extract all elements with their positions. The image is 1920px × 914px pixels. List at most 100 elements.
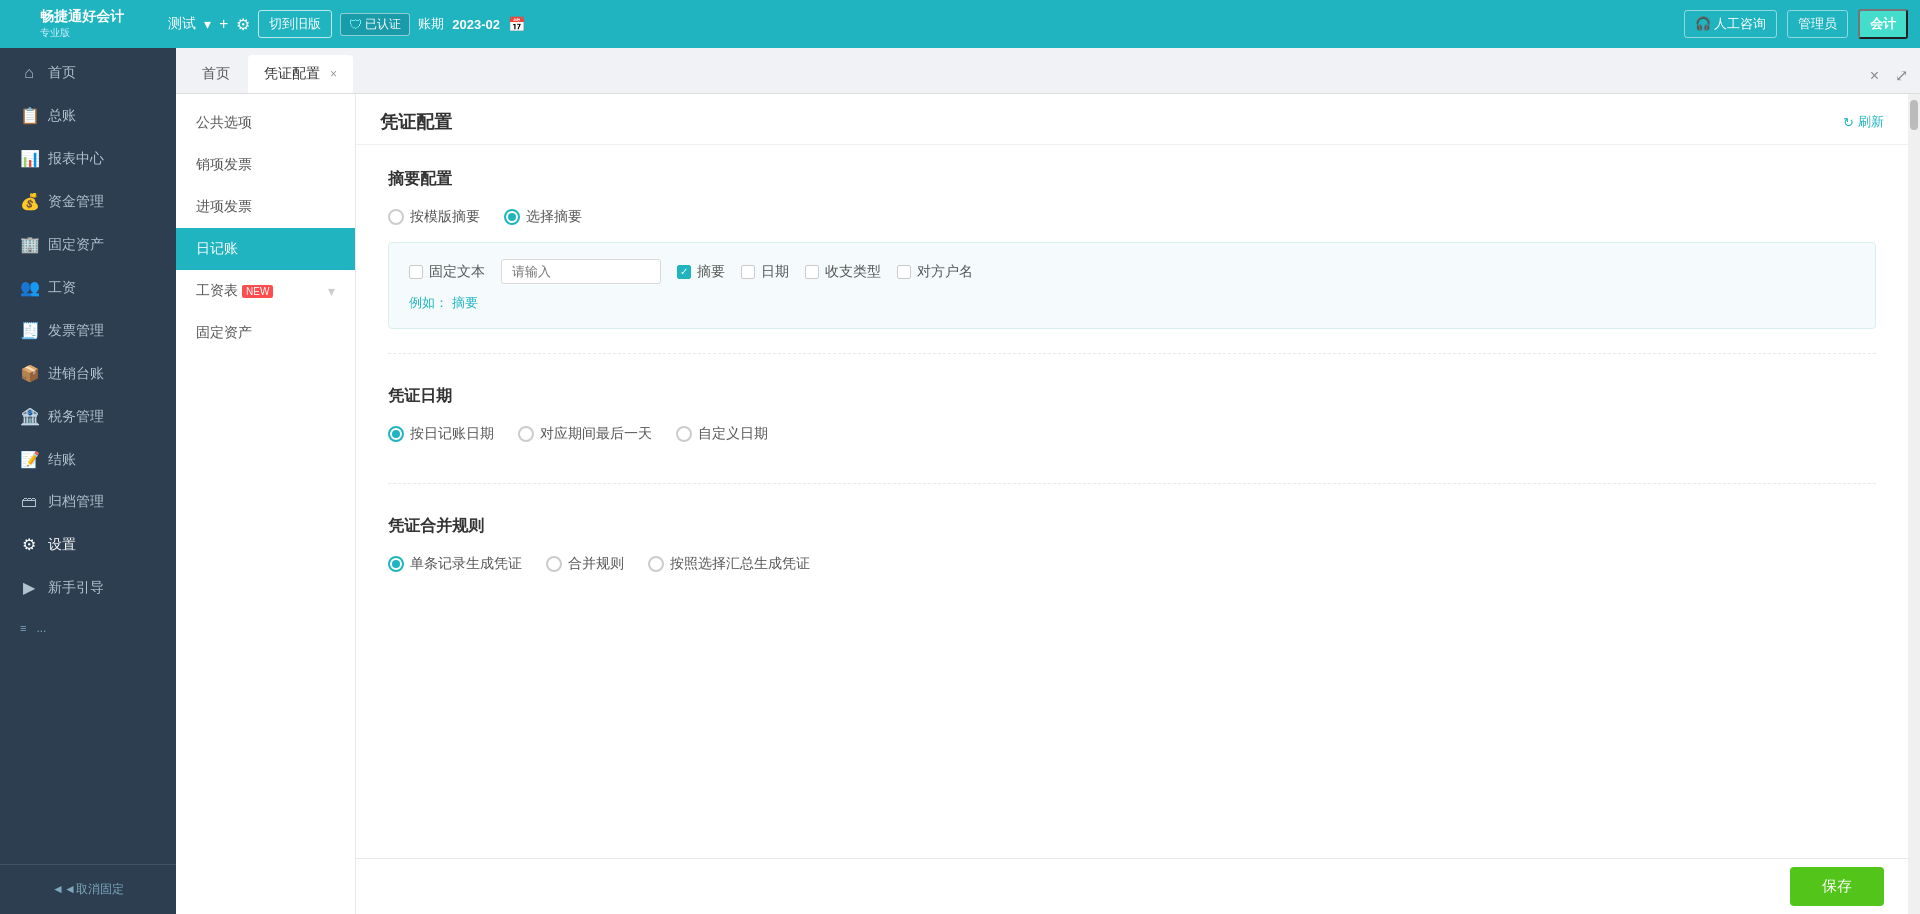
tab-close-btn[interactable]: ×	[330, 67, 337, 81]
certified-badge: 🛡 已认证	[340, 13, 410, 36]
footer: 保存	[356, 858, 1908, 914]
sidebar-item-capital[interactable]: 💰 资金管理	[0, 180, 176, 223]
checkbox-fixed-text[interactable]: 固定文本	[409, 263, 485, 281]
cancel-fixed-btn[interactable]: ◄◄取消固定	[10, 875, 166, 904]
radio-period-last-circle	[518, 426, 534, 442]
sidebar-item-checkout[interactable]: 📝 结账	[0, 438, 176, 481]
radio-period-last[interactable]: 对应期间最后一天	[518, 425, 652, 443]
period-value: 2023-02	[452, 17, 500, 32]
sidebar-item-label: 发票管理	[48, 322, 104, 340]
merge-radio-group: 单条记录生成凭证 合并规则 按照选择汇总生成凭证	[388, 555, 1876, 573]
dropdown-btn[interactable]: ▾	[204, 16, 211, 32]
radio-select-label: 选择摘要	[526, 208, 582, 226]
radio-single-label: 单条记录生成凭证	[410, 555, 522, 573]
settings-icon: ⚙	[20, 535, 38, 554]
menu-item-label: 进项发票	[196, 198, 252, 216]
radio-select[interactable]: 选择摘要	[504, 208, 582, 226]
add-btn[interactable]: +	[219, 15, 228, 33]
checkout-icon: 📝	[20, 450, 38, 469]
summary-checkbox-label: 摘要	[697, 263, 725, 281]
radio-custom-date[interactable]: 自定义日期	[676, 425, 768, 443]
tab-config[interactable]: 凭证配置 ×	[248, 55, 353, 93]
radio-select-circle	[504, 209, 520, 225]
checkbox-summary[interactable]: 摘要	[677, 263, 725, 281]
checkbox-income-type[interactable]: 收支类型	[805, 263, 881, 281]
sidebar-item-newbie[interactable]: ▶ 新手引导	[0, 566, 176, 609]
sidebar-item-payroll[interactable]: 👥 工资	[0, 266, 176, 309]
sidebar-item-label: 总账	[48, 107, 76, 125]
checkbox-income-type-box	[805, 265, 819, 279]
summary-section: 摘要配置 按模版摘要 选择摘要	[388, 169, 1876, 354]
assets-icon: 🏢	[20, 235, 38, 254]
sidebar-item-ledger[interactable]: 📋 总账	[0, 94, 176, 137]
sidebar-item-extra[interactable]: ≡ ...	[0, 609, 176, 647]
menu-item-sales-invoice[interactable]: 销项发票	[176, 144, 355, 186]
menu-item-public[interactable]: 公共选项	[176, 102, 355, 144]
report-icon: 📊	[20, 149, 38, 168]
radio-single[interactable]: 单条记录生成凭证	[388, 555, 522, 573]
radio-journal-date-label: 按日记账日期	[410, 425, 494, 443]
tab-close-btn-right[interactable]: ×	[1866, 63, 1883, 89]
radio-template[interactable]: 按模版摘要	[388, 208, 480, 226]
sidebar-item-label: 首页	[48, 64, 76, 82]
sidebar-item-label: 税务管理	[48, 408, 104, 426]
menu-item-fixed-assets[interactable]: 固定资产	[176, 312, 355, 354]
manager-btn[interactable]: 管理员	[1787, 10, 1848, 38]
calendar-icon[interactable]: 📅	[508, 16, 525, 32]
sidebar-item-assets[interactable]: 🏢 固定资产	[0, 223, 176, 266]
checkbox-date[interactable]: 日期	[741, 263, 789, 281]
refresh-btn[interactable]: ↻ 刷新	[1843, 113, 1884, 131]
sidebar-item-settings[interactable]: ⚙ 设置	[0, 523, 176, 566]
sidebar-item-report[interactable]: 📊 报表中心	[0, 137, 176, 180]
menu-item-purchase-invoice[interactable]: 进项发票	[176, 186, 355, 228]
tab-expand-btn[interactable]: ⤢	[1891, 62, 1912, 89]
archive-icon: 🗃	[20, 493, 38, 511]
sidebar-item-tax[interactable]: 🏦 税务管理	[0, 395, 176, 438]
radio-single-circle	[388, 556, 404, 572]
income-type-checkbox-label: 收支类型	[825, 263, 881, 281]
radio-select-merge[interactable]: 按照选择汇总生成凭证	[648, 555, 810, 573]
radio-merge-rules-circle	[546, 556, 562, 572]
radio-custom-date-label: 自定义日期	[698, 425, 768, 443]
consultant-btn[interactable]: 🎧人工咨询	[1684, 10, 1777, 38]
radio-journal-date[interactable]: 按日记账日期	[388, 425, 494, 443]
left-menu: 公共选项 销项发票 进项发票 日记账 工资表 NEW ▾	[176, 94, 356, 914]
sidebar-item-archive[interactable]: 🗃 归档管理	[0, 481, 176, 523]
radio-merge-rules-label: 合并规则	[568, 555, 624, 573]
inventory-icon: 📦	[20, 364, 38, 383]
accountant-btn[interactable]: 会计	[1858, 9, 1908, 39]
sidebar-item-invoice[interactable]: 🧾 发票管理	[0, 309, 176, 352]
tab-home[interactable]: 首页	[186, 55, 246, 93]
sidebar-item-label: 报表中心	[48, 150, 104, 168]
newbie-icon: ▶	[20, 578, 38, 597]
tax-icon: 🏦	[20, 407, 38, 426]
fixed-text-input[interactable]	[501, 259, 661, 284]
radio-merge-rules[interactable]: 合并规则	[546, 555, 624, 573]
logo-text: 畅捷通好会计	[40, 8, 124, 26]
menu-item-journal[interactable]: 日记账	[176, 228, 355, 270]
date-radio-group: 按日记账日期 对应期间最后一天 自定义日期	[388, 425, 1876, 443]
new-badge: NEW	[242, 285, 273, 298]
sidebar-item-label: 新手引导	[48, 579, 104, 597]
example-value: 摘要	[452, 295, 478, 310]
old-version-btn[interactable]: 切到旧版	[258, 10, 332, 38]
save-btn[interactable]: 保存	[1790, 867, 1884, 906]
radio-template-circle	[388, 209, 404, 225]
checkbox-date-box	[741, 265, 755, 279]
checkbox-counterparty[interactable]: 对方户名	[897, 263, 973, 281]
config-area: 凭证配置 ↻ 刷新 摘要配置	[356, 94, 1908, 914]
settings-btn[interactable]: ⚙	[236, 15, 250, 34]
menu-item-payroll-table[interactable]: 工资表 NEW ▾	[176, 270, 355, 312]
sidebar-item-inventory[interactable]: 📦 进销台账	[0, 352, 176, 395]
sidebar-item-label: 进销台账	[48, 365, 104, 383]
sidebar-item-label: 工资	[48, 279, 76, 297]
sidebar-item-home[interactable]: ⌂ 首页	[0, 52, 176, 94]
example-text: 例如： 摘要	[409, 294, 1855, 312]
sidebar-nav: ⌂ 首页 📋 总账 📊 报表中心 💰 资金管理 🏢 固定资产	[0, 48, 176, 864]
radio-custom-date-circle	[676, 426, 692, 442]
refresh-icon: ↻	[1843, 115, 1854, 130]
project-name: 测试	[168, 15, 196, 33]
sidebar-item-label: 固定资产	[48, 236, 104, 254]
summary-config-box: 固定文本 摘要	[388, 242, 1876, 329]
date-checkbox-label: 日期	[761, 263, 789, 281]
